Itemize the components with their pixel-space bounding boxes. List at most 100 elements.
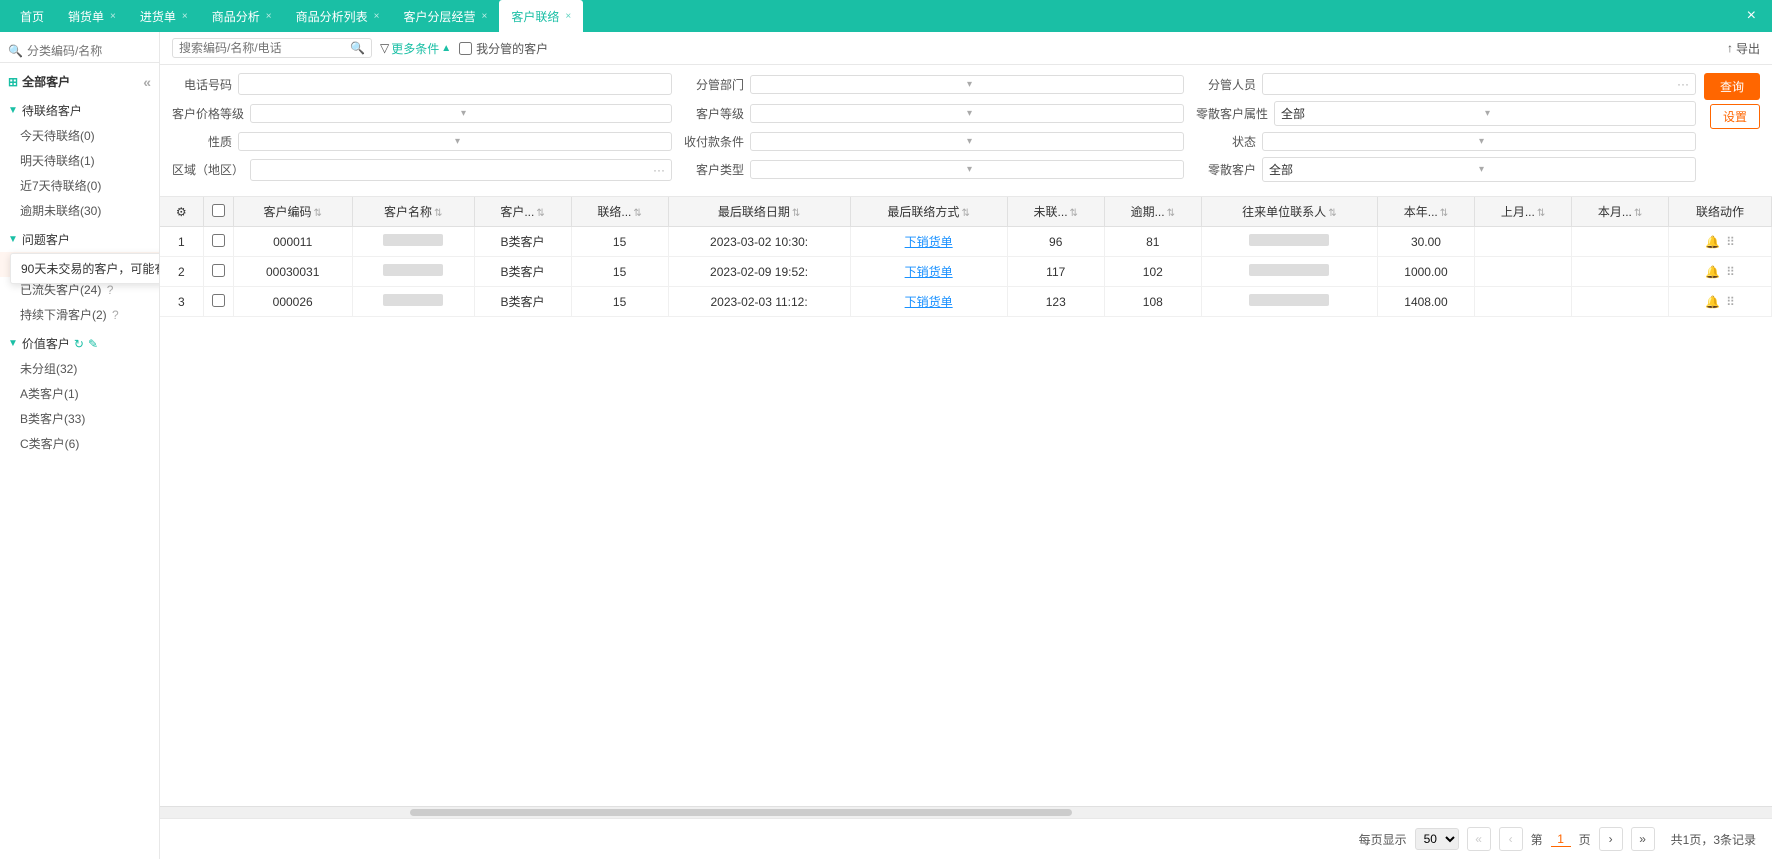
first-page-button[interactable]: « bbox=[1467, 827, 1491, 851]
close-icon[interactable]: × bbox=[182, 11, 188, 22]
sort-icon[interactable]: ⇅ bbox=[1634, 208, 1642, 219]
next-page-button[interactable]: › bbox=[1599, 827, 1623, 851]
sort-icon[interactable]: ⇅ bbox=[1537, 208, 1545, 219]
filter-select-retail-attr[interactable]: 全部 ▾ bbox=[1274, 101, 1696, 126]
horizontal-scrollbar[interactable] bbox=[160, 806, 1772, 818]
close-icon[interactable]: × bbox=[565, 11, 571, 22]
filter-select-status[interactable]: ▾ bbox=[1262, 132, 1696, 151]
more-conditions-button[interactable]: ▽ 更多条件 ▲ bbox=[380, 40, 451, 57]
sidebar-group-value[interactable]: ▼ 价值客户 ↻ ✎ bbox=[0, 331, 159, 356]
filter-select-nature[interactable]: ▾ bbox=[238, 132, 672, 151]
last-page-button[interactable]: » bbox=[1631, 827, 1655, 851]
contact-icon[interactable]: 🔔 bbox=[1705, 265, 1720, 279]
col-settings[interactable]: ⚙ bbox=[160, 197, 203, 227]
close-icon[interactable]: × bbox=[481, 11, 487, 22]
close-icon[interactable]: × bbox=[374, 11, 380, 22]
sidebar-item-class-b[interactable]: B类客户(33) bbox=[0, 406, 159, 431]
table-body: 1 000011 B类客户 15 2023-03-02 10:30: 下销货单 … bbox=[160, 227, 1772, 317]
filter-select-payment[interactable]: ▾ bbox=[750, 132, 1184, 151]
more-icon[interactable]: ··· bbox=[1677, 77, 1689, 91]
close-icon[interactable]: × bbox=[266, 11, 272, 22]
nav-tab-customer-tier[interactable]: 客户分层经营 × bbox=[391, 0, 499, 32]
sort-icon[interactable]: ⇅ bbox=[1440, 208, 1448, 219]
collapse-icon[interactable]: « bbox=[143, 74, 151, 90]
cell-code: 000011 bbox=[233, 227, 352, 257]
cell-checkbox[interactable] bbox=[203, 287, 233, 317]
data-table-wrapper: ⚙ 客户编码⇅ 客户名称⇅ 客户...⇅ 联络...⇅ 最后联络日期⇅ 最后联络… bbox=[160, 197, 1772, 806]
filter-search-input[interactable] bbox=[179, 41, 350, 55]
sidebar-item-7day-contact[interactable]: 近7天待联络(0) bbox=[0, 173, 159, 198]
filter-row-1: 电话号码 分管部门 ▾ 分管人员 bbox=[172, 73, 1696, 95]
nav-tab-customer-contact[interactable]: 客户联络 × bbox=[499, 0, 583, 32]
sort-icon[interactable]: ⇅ bbox=[961, 208, 969, 219]
sidebar-search-input[interactable] bbox=[27, 44, 160, 58]
cell-checkbox[interactable] bbox=[203, 257, 233, 287]
close-all-button[interactable]: × bbox=[1739, 7, 1764, 25]
contact-icon[interactable]: 🔔 bbox=[1705, 295, 1720, 309]
filter-select-customer-type[interactable]: ▾ bbox=[750, 160, 1184, 179]
current-page-number: 1 bbox=[1551, 832, 1571, 847]
refresh-icon[interactable]: ↻ bbox=[74, 337, 84, 351]
sort-icon[interactable]: ⇅ bbox=[1070, 208, 1078, 219]
nav-tab-product-analysis[interactable]: 商品分析 × bbox=[200, 0, 284, 32]
export-button[interactable]: ↑ 导出 bbox=[1727, 40, 1760, 57]
select-all-checkbox[interactable] bbox=[212, 204, 225, 217]
sidebar-item-class-c[interactable]: C类客户(6) bbox=[0, 431, 159, 456]
filter-label-region: 区域（地区） bbox=[172, 161, 244, 178]
sidebar-item-overdue-contact[interactable]: 逾期未联络(30) bbox=[0, 198, 159, 223]
sidebar-item-today-contact[interactable]: 今天待联络(0) bbox=[0, 123, 159, 148]
close-icon[interactable]: × bbox=[110, 11, 116, 22]
filter-select-price-level[interactable]: ▾ bbox=[250, 104, 672, 123]
sort-icon[interactable]: ⇅ bbox=[1328, 208, 1336, 219]
sidebar-item-class-a[interactable]: A类客户(1) bbox=[0, 381, 159, 406]
scrollbar-thumb[interactable] bbox=[410, 809, 1072, 816]
filter-search-button[interactable]: 🔍 bbox=[350, 41, 365, 55]
sort-icon[interactable]: ⇅ bbox=[536, 208, 544, 219]
nav-home[interactable]: 首页 bbox=[8, 8, 56, 25]
filter-select-dept[interactable]: ▾ bbox=[750, 75, 1184, 94]
more-actions-icon[interactable]: ⠿ bbox=[1726, 295, 1735, 309]
sort-icon[interactable]: ⇅ bbox=[792, 208, 800, 219]
my-customers-checkbox[interactable] bbox=[459, 42, 472, 55]
sidebar-item-ungrouped[interactable]: 未分组(32) bbox=[0, 356, 159, 381]
sidebar-group-problem[interactable]: ▼ 问题客户 bbox=[0, 227, 159, 252]
col-checkbox[interactable] bbox=[203, 197, 233, 227]
contact-icon[interactable]: 🔔 bbox=[1705, 235, 1720, 249]
prev-page-button[interactable]: ‹ bbox=[1499, 827, 1523, 851]
nav-tab-sales[interactable]: 销货单 × bbox=[56, 0, 128, 32]
cell-last-date: 2023-02-09 19:52: bbox=[668, 257, 850, 287]
sort-icon[interactable]: ⇅ bbox=[633, 208, 641, 219]
page-size-select[interactable]: 50 bbox=[1415, 828, 1459, 850]
edit-icon[interactable]: ✎ bbox=[88, 337, 98, 351]
filter-select-retail-customer[interactable]: 全部 ▾ bbox=[1262, 157, 1696, 182]
cell-checkbox[interactable] bbox=[203, 227, 233, 257]
more-actions-icon[interactable]: ⠿ bbox=[1726, 235, 1735, 249]
col-overdue: 逾期...⇅ bbox=[1104, 197, 1201, 227]
query-button[interactable]: 查询 bbox=[1704, 73, 1760, 100]
filter-input-phone[interactable] bbox=[238, 73, 672, 95]
filter-field-retail-customer: 零散客户 全部 ▾ bbox=[1196, 157, 1696, 182]
table-header-row: ⚙ 客户编码⇅ 客户名称⇅ 客户...⇅ 联络...⇅ 最后联络日期⇅ 最后联络… bbox=[160, 197, 1772, 227]
more-actions-icon[interactable]: ⠿ bbox=[1726, 265, 1735, 279]
cell-last-month bbox=[1475, 227, 1572, 257]
cell-last-date: 2023-02-03 11:12: bbox=[668, 287, 850, 317]
col-uncontacted: 未联...⇅ bbox=[1007, 197, 1104, 227]
filter-search-box: 🔍 bbox=[172, 38, 372, 58]
sidebar-item-declining[interactable]: 持续下滑客户(2) ? bbox=[0, 302, 159, 327]
cell-name bbox=[352, 257, 474, 287]
sidebar-item-tomorrow-contact[interactable]: 明天待联络(1) bbox=[0, 148, 159, 173]
cell-type: B类客户 bbox=[474, 227, 571, 257]
nav-tab-product-analysis-list[interactable]: 商品分析列表 × bbox=[284, 0, 392, 32]
cell-last-method: 下销货单 bbox=[850, 227, 1007, 257]
sidebar-all-customers[interactable]: ⊞ 全部客户 « bbox=[0, 69, 159, 94]
sort-icon[interactable]: ⇅ bbox=[1167, 208, 1175, 219]
settings-button[interactable]: 设置 bbox=[1710, 104, 1760, 129]
my-customers-toggle[interactable]: 我分管的客户 bbox=[459, 40, 548, 57]
sort-icon[interactable]: ⇅ bbox=[314, 208, 322, 219]
more-icon[interactable]: ··· bbox=[653, 163, 665, 177]
cell-action: 🔔 ⠿ bbox=[1669, 287, 1772, 317]
filter-select-customer-level[interactable]: ▾ bbox=[750, 104, 1184, 123]
nav-tab-purchase[interactable]: 进货单 × bbox=[128, 0, 200, 32]
sidebar-group-pending[interactable]: ▼ 待联络客户 bbox=[0, 98, 159, 123]
sort-icon[interactable]: ⇅ bbox=[434, 208, 442, 219]
